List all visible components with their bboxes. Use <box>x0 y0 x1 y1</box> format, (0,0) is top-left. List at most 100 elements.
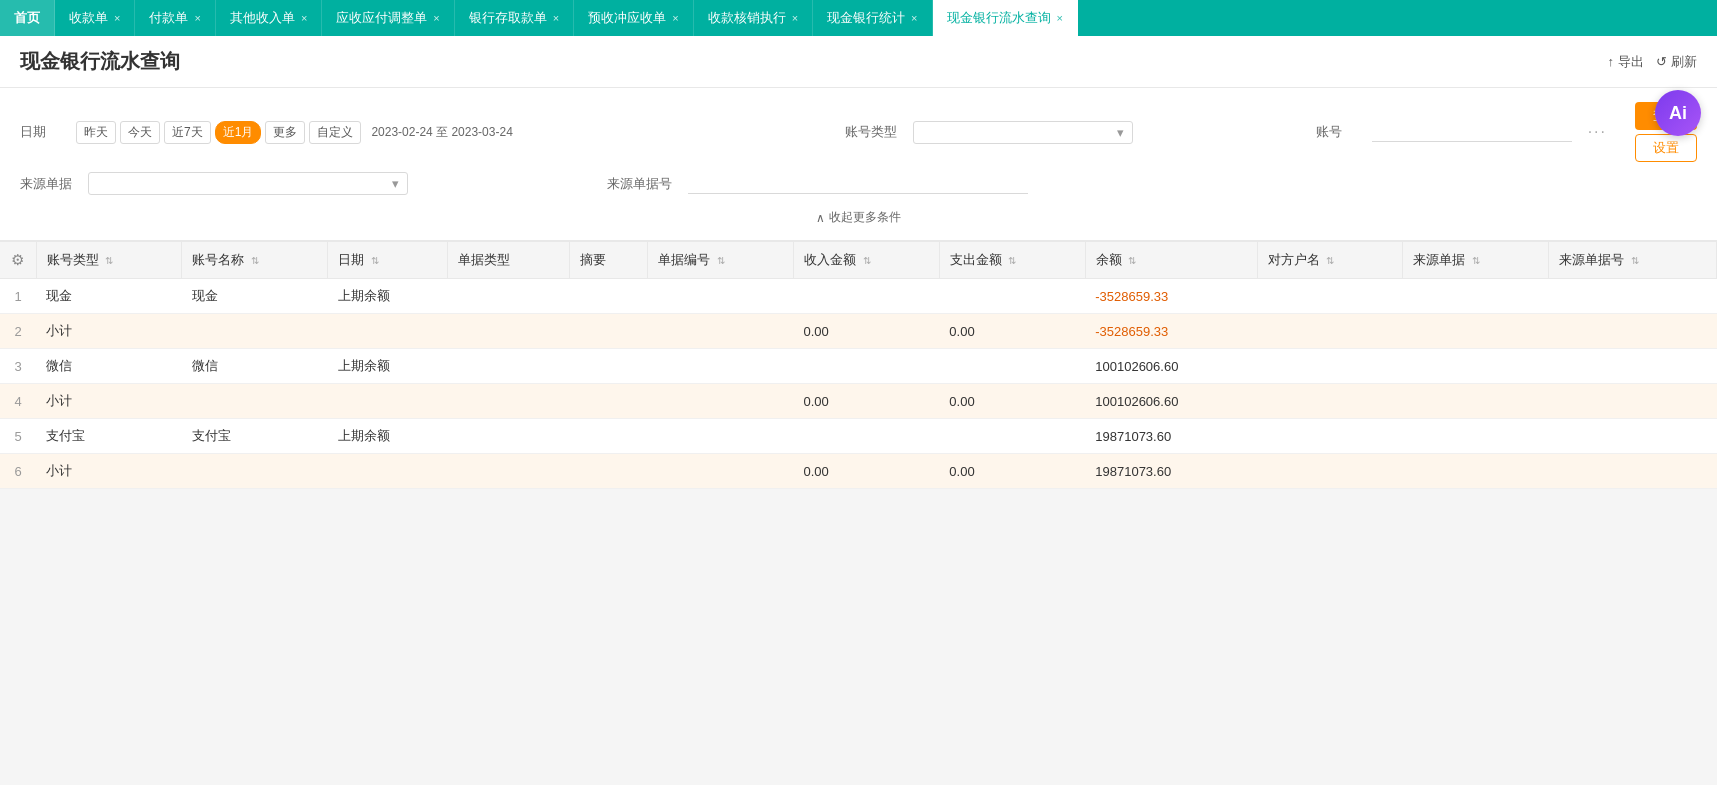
cell-source-doc <box>1403 349 1549 384</box>
settings-button[interactable]: 设置 <box>1635 134 1697 162</box>
cell-summary <box>569 349 647 384</box>
collapse-button[interactable]: ∧ 收起更多条件 <box>20 205 1697 232</box>
date-btn-custom[interactable]: 自定义 <box>309 121 361 144</box>
source-doc-num-input[interactable] <box>688 174 1028 194</box>
close-icon[interactable]: × <box>553 12 559 24</box>
cell-balance: -3528659.33 <box>1085 279 1257 314</box>
cell-source-doc-num <box>1549 419 1717 454</box>
cell-account-name <box>182 384 328 419</box>
cell-doc-type <box>448 279 570 314</box>
cell-income: 0.00 <box>793 384 939 419</box>
close-icon[interactable]: × <box>194 12 200 24</box>
col-source-doc: 来源单据 ⇅ <box>1403 242 1549 279</box>
sort-icon[interactable]: ⇅ <box>1008 255 1016 266</box>
sort-icon[interactable]: ⇅ <box>105 255 113 266</box>
sort-icon[interactable]: ⇅ <box>1472 255 1480 266</box>
close-icon[interactable]: × <box>911 12 917 24</box>
ai-assistant-button[interactable]: Ai <box>1655 90 1701 136</box>
cell-source-doc <box>1403 419 1549 454</box>
table-row: 6 小计 0.00 0.00 19871073.60 <box>0 454 1717 489</box>
table-row: 2 小计 0.00 0.00 -3528659.33 <box>0 314 1717 349</box>
filter-row-source: 来源单据 ▾ 来源单据号 <box>20 172 1697 195</box>
nav-fukuandan[interactable]: 付款单 × <box>135 0 215 36</box>
cell-doc-type <box>448 454 570 489</box>
page-header: 现金银行流水查询 ↑ 导出 ↺ 刷新 <box>0 36 1717 88</box>
cell-income <box>793 279 939 314</box>
gear-icon[interactable]: ⚙ <box>11 251 24 268</box>
cell-doc-num <box>648 454 794 489</box>
col-account-name: 账号名称 ⇅ <box>182 242 328 279</box>
export-icon: ↑ <box>1608 54 1615 69</box>
cell-expense <box>939 279 1085 314</box>
cell-expense <box>939 419 1085 454</box>
cell-expense: 0.00 <box>939 384 1085 419</box>
date-btn-today[interactable]: 今天 <box>120 121 160 144</box>
close-icon[interactable]: × <box>1057 12 1063 24</box>
col-balance: 余额 ⇅ <box>1085 242 1257 279</box>
cell-date: 上期余额 <box>328 419 448 454</box>
cell-balance: -3528659.33 <box>1085 314 1257 349</box>
date-btn-more[interactable]: 更多 <box>265 121 305 144</box>
nav-yushou[interactable]: 预收冲应收单 × <box>574 0 693 36</box>
cell-source-doc-num <box>1549 384 1717 419</box>
date-btn-1month[interactable]: 近1月 <box>215 121 262 144</box>
refresh-button[interactable]: ↺ 刷新 <box>1656 53 1697 71</box>
nav-tongji[interactable]: 现金银行统计 × <box>813 0 932 36</box>
account-type-label: 账号类型 <box>845 123 897 141</box>
nav-liushui[interactable]: 现金银行流水查询 × <box>933 0 1078 36</box>
date-btn-7days[interactable]: 近7天 <box>164 121 211 144</box>
nav-shoudan[interactable]: 收款单 × <box>55 0 135 36</box>
date-btn-yesterday[interactable]: 昨天 <box>76 121 116 144</box>
row-number: 2 <box>0 314 36 349</box>
row-number: 6 <box>0 454 36 489</box>
sort-icon[interactable]: ⇅ <box>1631 255 1639 266</box>
col-doc-type: 单据类型 <box>448 242 570 279</box>
cell-balance: 100102606.60 <box>1085 349 1257 384</box>
export-button[interactable]: ↑ 导出 <box>1608 53 1645 71</box>
close-icon[interactable]: × <box>792 12 798 24</box>
sort-icon[interactable]: ⇅ <box>1128 255 1136 266</box>
cell-date: 上期余额 <box>328 349 448 384</box>
account-type-select[interactable]: ▾ <box>913 121 1133 144</box>
cell-summary <box>569 279 647 314</box>
more-dots-icon[interactable]: ··· <box>1588 123 1607 141</box>
cell-expense: 0.00 <box>939 454 1085 489</box>
cell-doc-num <box>648 279 794 314</box>
cell-source-doc <box>1403 279 1549 314</box>
filter-row-date: 日期 昨天 今天 近7天 近1月 更多 自定义 2023-02-24 至 202… <box>20 102 1697 162</box>
nav-shoukuan[interactable]: 收款核销执行 × <box>694 0 813 36</box>
sort-icon[interactable]: ⇅ <box>251 255 259 266</box>
col-expense: 支出金额 ⇅ <box>939 242 1085 279</box>
sort-icon[interactable]: ⇅ <box>371 255 379 266</box>
col-date: 日期 ⇅ <box>328 242 448 279</box>
data-table: ⚙ 账号类型 ⇅ 账号名称 ⇅ 日期 ⇅ 单据类型 摘要 单据编号 <box>0 241 1717 489</box>
date-range-display: 2023-02-24 至 2023-03-24 <box>371 124 512 141</box>
sort-icon[interactable]: ⇅ <box>1326 255 1334 266</box>
cell-source-doc <box>1403 384 1549 419</box>
nav-tiaozhendan[interactable]: 应收应付调整单 × <box>322 0 454 36</box>
close-icon[interactable]: × <box>672 12 678 24</box>
close-icon[interactable]: × <box>114 12 120 24</box>
row-number: 3 <box>0 349 36 384</box>
close-icon[interactable]: × <box>433 12 439 24</box>
col-settings: ⚙ <box>0 242 36 279</box>
cell-date: 上期余额 <box>328 279 448 314</box>
account-input[interactable] <box>1372 122 1572 142</box>
cell-income: 0.00 <box>793 454 939 489</box>
close-icon[interactable]: × <box>301 12 307 24</box>
date-label: 日期 <box>20 123 60 141</box>
sort-icon[interactable]: ⇅ <box>717 255 725 266</box>
sort-icon[interactable]: ⇅ <box>863 255 871 266</box>
cell-balance: 19871073.60 <box>1085 419 1257 454</box>
cell-income <box>793 419 939 454</box>
nav-yinhang[interactable]: 银行存取款单 × <box>455 0 574 36</box>
nav-qitashouru[interactable]: 其他收入单 × <box>216 0 322 36</box>
source-doc-select[interactable]: ▾ <box>88 172 408 195</box>
source-doc-num-label: 来源单据号 <box>607 175 672 193</box>
nav-home[interactable]: 首页 <box>0 0 55 36</box>
refresh-icon: ↺ <box>1656 54 1667 69</box>
cell-summary <box>569 314 647 349</box>
chevron-down-icon: ▾ <box>392 176 399 191</box>
cell-source-doc <box>1403 314 1549 349</box>
cell-doc-type <box>448 349 570 384</box>
